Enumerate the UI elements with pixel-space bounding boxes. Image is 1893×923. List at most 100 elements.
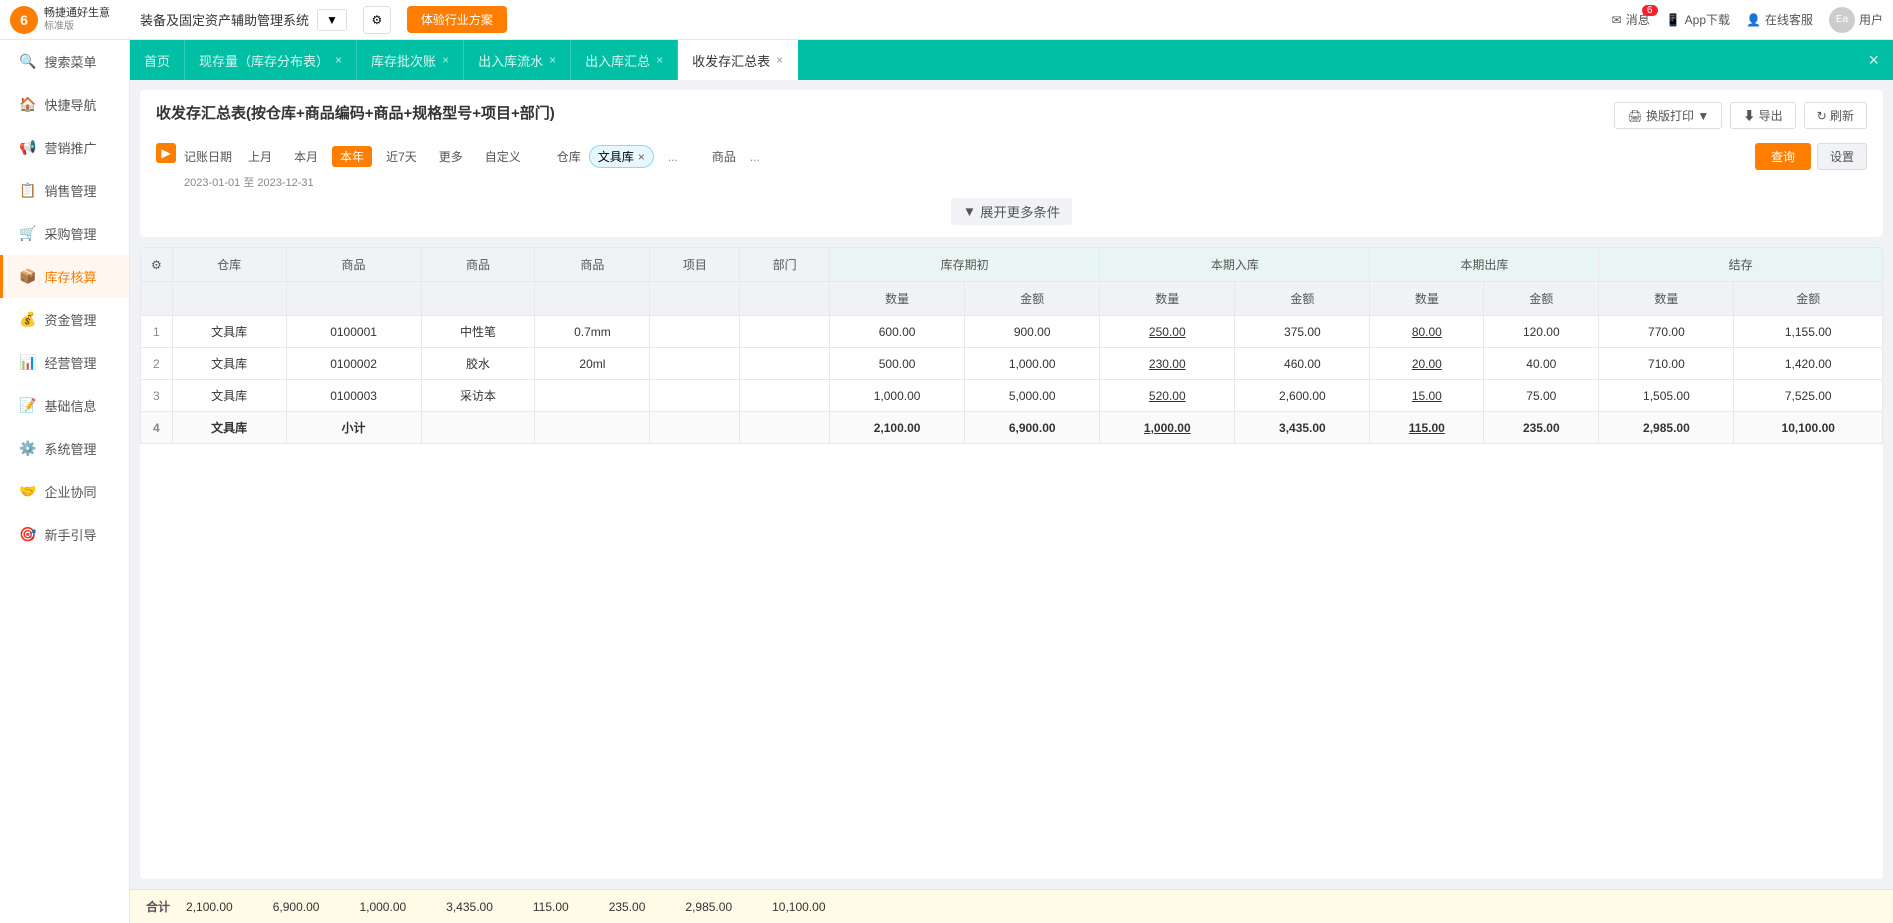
app-download-btn[interactable]: 📱 App下载 [1666,11,1730,28]
sidebar-item-search[interactable]: 🔍 搜索菜单 [0,40,129,83]
query-btn[interactable]: 查询 [1755,143,1811,170]
system-title: 装备及固定资产辅助管理系统 [140,10,309,29]
online-service-btn[interactable]: 👤 在线客服 [1746,11,1813,28]
logo-text: 畅捷通好生意 标准版 [44,6,110,33]
sidebar-item-sales[interactable]: 📋 销售管理 [0,169,129,212]
row-out-qty-1[interactable]: 80.00 [1370,316,1484,348]
row-name-3: 采访本 [421,380,535,412]
row-out-qty-2[interactable]: 20.00 [1370,348,1484,380]
print-btn[interactable]: 🖨 换版打印 ▼ [1614,102,1722,129]
th-open-amt: 金额 [965,282,1100,316]
tab-close-batch[interactable]: × [442,53,449,67]
message-btn[interactable]: ✉ 消息 6 [1612,11,1650,28]
date-range-display: 2023-01-01 至 2023-12-31 [184,177,314,189]
export-icon: ⬇ [1743,109,1755,123]
goods-more-btn[interactable]: ... [744,148,766,166]
th-project: 项目 [650,248,740,282]
logo-area: 6 畅捷通好生意 标准版 [10,6,140,34]
tab-close-summary[interactable]: × [656,53,663,67]
th-name: 商品 [421,248,535,282]
row-in-qty-2[interactable]: 230.00 [1100,348,1235,380]
sidebar-item-guide[interactable]: 🎯 新手引导 [0,513,129,556]
row-in-amt-3: 2,600.00 [1235,380,1370,412]
tab-home[interactable]: 首页 [130,40,185,80]
message-icon: ✉ [1612,13,1622,27]
sidebar-item-operation[interactable]: 📊 经营管理 [0,341,129,384]
th-spec: 商品 [535,248,650,282]
row-project-2 [650,348,740,380]
date-filter: 上月 本月 本年 近7天 更多 自定义 [240,146,529,167]
subtotal-empty3 [650,412,740,444]
date-more-btn[interactable]: 更多 [431,146,471,167]
sidebar-item-marketing[interactable]: 📢 营销推广 [0,126,129,169]
th-code: 商品 [286,248,421,282]
row-bal-amt-2: 1,420.00 [1734,348,1883,380]
settings-icon-btn[interactable]: ⚙ [363,6,391,34]
sidebar-item-cooperation[interactable]: 🤝 企业协同 [0,470,129,513]
try-industry-btn[interactable]: 体验行业方案 [407,6,507,33]
filter-settings-btn[interactable]: 设置 [1817,143,1867,170]
th-out-amt: 金额 [1484,282,1599,316]
date-this-year-btn[interactable]: 本年 [332,146,372,167]
row-name-2: 胶水 [421,348,535,380]
sidebar-item-basic[interactable]: 📝 基础信息 [0,384,129,427]
system-selector[interactable]: ▼ [317,9,347,31]
tab-in-out-flow[interactable]: 出入库流水 × [464,40,571,80]
date-7days-btn[interactable]: 近7天 [378,146,425,167]
row-no-2: 2 [141,348,173,380]
expand-more-conditions-btn[interactable]: ▼ 展开更多条件 [951,198,1072,225]
th-bal-amt: 金额 [1734,282,1883,316]
user-btn[interactable]: Ea 用户 [1829,7,1883,33]
date-this-month-btn[interactable]: 本月 [286,146,326,167]
basic-icon: 📝 [19,397,36,414]
th-project-2 [650,282,740,316]
row-project-3 [650,380,740,412]
warehouse-more-btn[interactable]: ... [662,148,684,166]
th-settings[interactable]: ⚙ [141,248,173,282]
filter-toggle-btn[interactable]: ▶ [156,143,176,163]
date-custom-btn[interactable]: 自定义 [477,146,529,167]
tab-close-recv-send[interactable]: × [776,53,783,67]
service-icon: 👤 [1746,13,1761,27]
row-project-1 [650,316,740,348]
row-name-1: 中性笔 [421,316,535,348]
row-out-qty-3[interactable]: 15.00 [1370,380,1484,412]
row-code-3: 0100003 [286,380,421,412]
guide-icon: 🎯 [19,526,36,543]
total-in-qty: 1,000.00 [359,900,406,914]
row-bal-amt-1: 1,155.00 [1734,316,1883,348]
row-spec-1: 0.7mm [535,316,650,348]
system-name-area: 装备及固定资产辅助管理系统 ▼ ⚙ 体验行业方案 [140,6,1612,34]
subtotal-label: 小计 [286,412,421,444]
subtotal-out-qty[interactable]: 115.00 [1370,412,1484,444]
tab-in-out-summary[interactable]: 出入库汇总 × [571,40,678,80]
system-icon: ⚙️ [19,440,36,457]
sidebar-item-finance[interactable]: 💰 资金管理 [0,298,129,341]
sidebar-item-inventory[interactable]: 📦 库存核算 [0,255,129,298]
row-in-qty-1[interactable]: 250.00 [1100,316,1235,348]
export-btn[interactable]: ⬇ 导出 [1730,102,1795,129]
sidebar-item-system[interactable]: ⚙️ 系统管理 [0,427,129,470]
tab-close-stock-dist[interactable]: × [335,53,342,67]
th-dept-2 [740,282,830,316]
row-open-qty-2: 500.00 [830,348,965,380]
date-last-month-btn[interactable]: 上月 [240,146,280,167]
tab-close-flow[interactable]: × [549,53,556,67]
total-open-amt: 6,900.00 [273,900,320,914]
row-spec-3 [535,380,650,412]
row-out-amt-3: 75.00 [1484,380,1599,412]
th-empty [141,282,173,316]
refresh-btn[interactable]: ↻ 刷新 [1804,102,1867,129]
sidebar-item-quick-nav[interactable]: 🏠 快捷导航 [0,83,129,126]
tab-recv-send-summary[interactable]: 收发存汇总表 × [678,40,798,80]
subtotal-in-qty[interactable]: 1,000.00 [1100,412,1235,444]
tab-close-all-btn[interactable]: × [1854,50,1893,71]
logo-icon: 6 [10,6,38,34]
sidebar-item-purchase[interactable]: 🛒 采购管理 [0,212,129,255]
row-bal-qty-1: 770.00 [1599,316,1734,348]
row-in-qty-3[interactable]: 520.00 [1100,380,1235,412]
tab-stock-dist[interactable]: 现存量（库存分布表） × [185,40,357,80]
footer-values: 2,100.00 6,900.00 1,000.00 3,435.00 115.… [186,900,1877,914]
tab-batch-ledger[interactable]: 库存批次账 × [357,40,464,80]
warehouse-tag-remove[interactable]: × [638,150,645,164]
